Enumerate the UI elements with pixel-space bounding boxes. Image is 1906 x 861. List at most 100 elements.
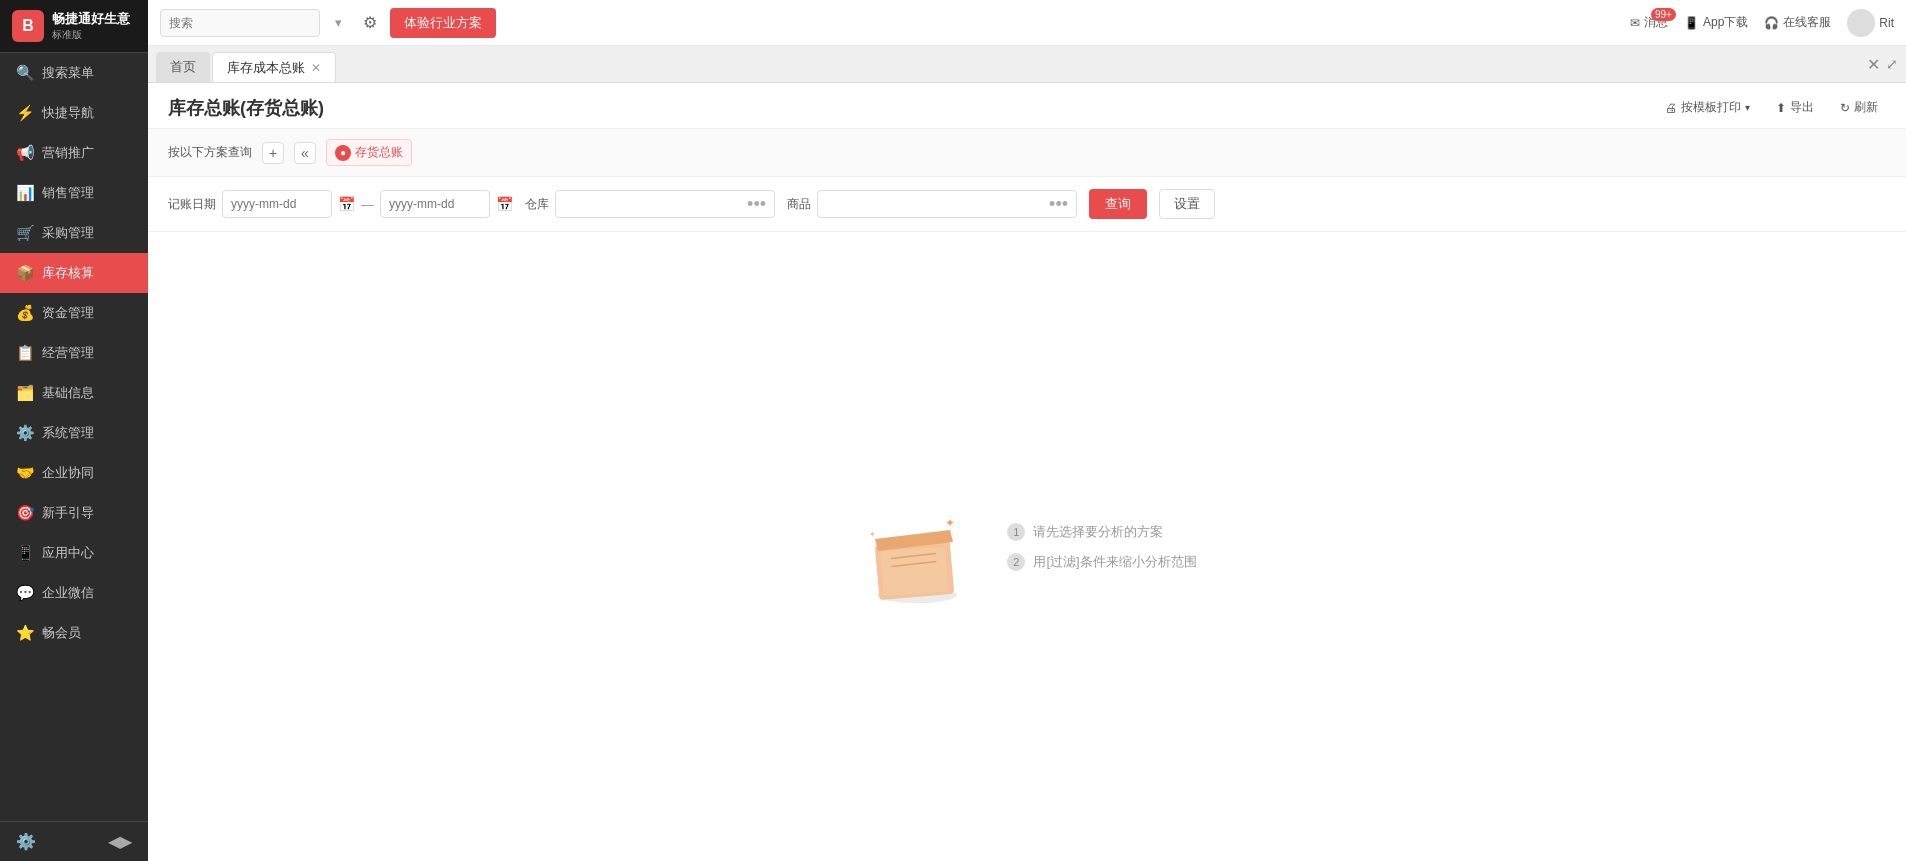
print-template-btn[interactable]: 🖨 按模板打印 ▾	[1657, 95, 1758, 120]
sidebar-item-label: 采购管理	[42, 224, 94, 242]
apps-icon: 📱	[16, 544, 34, 562]
settings-footer-icon[interactable]: ⚙️	[16, 832, 36, 851]
sidebar-item-member[interactable]: ⭐ 畅会员	[0, 613, 148, 653]
main-area: ▾ ⚙ 体验行业方案 ✉ 消息 99+ 📱 App下载 🎧 在线客服 Rit	[148, 0, 1906, 861]
message-icon: ✉	[1630, 16, 1640, 30]
online-service-btn[interactable]: 🎧 在线客服	[1764, 14, 1831, 31]
tab-close-icon[interactable]: ✕	[311, 62, 321, 74]
industry-btn[interactable]: 体验行业方案	[390, 8, 496, 38]
sidebar-item-basic[interactable]: 🗂️ 基础信息	[0, 373, 148, 413]
topbar-dropdown-btn[interactable]: ▾	[326, 11, 350, 35]
sidebar-item-label: 应用中心	[42, 544, 94, 562]
filter-collapse-btn[interactable]: «	[294, 142, 316, 164]
print-dropdown-icon: ▾	[1745, 102, 1750, 113]
maximize-icon[interactable]: ⤢	[1886, 56, 1898, 72]
close-panel-icon[interactable]: ✕	[1867, 55, 1880, 74]
app-brand: 畅捷通好生意	[52, 11, 130, 28]
date-start-input[interactable]	[222, 190, 332, 218]
topbar-gear-icon[interactable]: ⚙	[356, 9, 384, 37]
online-service-label: 在线客服	[1783, 14, 1831, 31]
user-area[interactable]: Rit	[1847, 9, 1894, 37]
warehouse-field: 仓库 •••	[525, 190, 775, 218]
warehouse-select[interactable]: •••	[555, 190, 775, 218]
collapse-icon[interactable]: ◀▶	[108, 832, 132, 851]
product-label: 商品	[787, 196, 811, 213]
hint-num-1: 1	[1007, 523, 1025, 541]
sidebar-item-label: 搜索菜单	[42, 64, 94, 82]
warehouse-label: 仓库	[525, 196, 549, 213]
app-download-label: App下载	[1703, 14, 1748, 31]
settings-form-btn[interactable]: 设置	[1159, 189, 1215, 219]
shortcut-icon: ⚡	[16, 104, 34, 122]
sidebar-logo: B 畅捷通好生意 标准版	[0, 0, 148, 53]
sidebar: B 畅捷通好生意 标准版 🔍 搜索菜单 ⚡ 快捷导航 📢 营销推广 📊 销售管理…	[0, 0, 148, 861]
product-select[interactable]: •••	[817, 190, 1077, 218]
sidebar-item-wechat[interactable]: 💬 企业微信	[0, 573, 148, 613]
sidebar-item-finance[interactable]: 💰 资金管理	[0, 293, 148, 333]
export-icon: ⬆	[1776, 101, 1786, 115]
enterprise-icon: 🤝	[16, 464, 34, 482]
sidebar-item-sales[interactable]: 📊 销售管理	[0, 173, 148, 213]
topbar-search-input[interactable]	[160, 9, 320, 37]
filter-area: 按以下方案查询 + « ● 存货总账	[148, 129, 1906, 177]
topbar-right: ✉ 消息 99+ 📱 App下载 🎧 在线客服 Rit	[1630, 9, 1894, 37]
sidebar-item-marketing[interactable]: 📢 营销推广	[0, 133, 148, 173]
page-content: 库存总账(存货总账) 🖨 按模板打印 ▾ ⬆ 导出 ↻ 刷新 按以下方案查询	[148, 83, 1906, 861]
tab-inventory-cost[interactable]: 库存成本总账 ✕	[212, 52, 336, 82]
app-download-icon: 📱	[1684, 16, 1699, 30]
export-label: 导出	[1790, 99, 1814, 116]
tab-home[interactable]: 首页	[156, 52, 210, 82]
date-end-input[interactable]	[380, 190, 490, 218]
marketing-icon: 📢	[16, 144, 34, 162]
calendar-end-icon[interactable]: 📅	[496, 196, 513, 212]
sidebar-item-label: 新手引导	[42, 504, 94, 522]
username-label: Rit	[1879, 16, 1894, 30]
query-btn[interactable]: 查询	[1089, 189, 1147, 219]
query-form: 记账日期 📅 — 📅 仓库 ••• 商品 ••• 查询 设置	[148, 177, 1906, 232]
sidebar-item-system[interactable]: ⚙️ 系统管理	[0, 413, 148, 453]
sidebar-item-enterprise[interactable]: 🤝 企业协同	[0, 453, 148, 493]
filter-tag-inventory[interactable]: ● 存货总账	[326, 139, 412, 166]
sidebar-item-label: 快捷导航	[42, 104, 94, 122]
export-btn[interactable]: ⬆ 导出	[1768, 95, 1822, 120]
svg-rect-3	[881, 546, 949, 595]
sidebar-item-label: 营销推广	[42, 144, 94, 162]
sales-icon: 📊	[16, 184, 34, 202]
sidebar-item-label: 企业协同	[42, 464, 94, 482]
sidebar-item-purchase[interactable]: 🛒 采购管理	[0, 213, 148, 253]
sidebar-nav: 🔍 搜索菜单 ⚡ 快捷导航 📢 营销推广 📊 销售管理 🛒 采购管理 📦 库存核…	[0, 53, 148, 821]
empty-hint-2: 2 用[过滤]条件来缩小分析范围	[1007, 553, 1196, 571]
empty-hint-2-text: 用[过滤]条件来缩小分析范围	[1033, 553, 1196, 571]
filter-tag-icon: ●	[335, 145, 351, 161]
guide-icon: 🎯	[16, 504, 34, 522]
svg-text:✦: ✦	[869, 530, 876, 539]
refresh-label: 刷新	[1854, 99, 1878, 116]
inventory-icon: 📦	[16, 264, 34, 282]
member-icon: ⭐	[16, 624, 34, 642]
avatar	[1847, 9, 1875, 37]
filter-add-btn[interactable]: +	[262, 142, 284, 164]
empty-svg: ✦ ✦	[857, 487, 977, 607]
sidebar-item-search[interactable]: 🔍 搜索菜单	[0, 53, 148, 93]
sidebar-item-apps[interactable]: 📱 应用中心	[0, 533, 148, 573]
sidebar-item-guide[interactable]: 🎯 新手引导	[0, 493, 148, 533]
basic-icon: 🗂️	[16, 384, 34, 402]
calendar-start-icon[interactable]: 📅	[338, 196, 355, 212]
app-logo-text: 畅捷通好生意 标准版	[52, 11, 130, 41]
warehouse-more-icon[interactable]: •••	[747, 194, 766, 215]
sidebar-item-shortcut[interactable]: ⚡ 快捷导航	[0, 93, 148, 133]
filter-label: 按以下方案查询	[168, 144, 252, 161]
svg-text:✦: ✦	[945, 516, 955, 530]
date-label: 记账日期	[168, 196, 216, 213]
sidebar-item-operations[interactable]: 📋 经营管理	[0, 333, 148, 373]
product-more-icon[interactable]: •••	[1049, 194, 1068, 215]
sidebar-item-label: 销售管理	[42, 184, 94, 202]
refresh-btn[interactable]: ↻ 刷新	[1832, 95, 1886, 120]
message-btn[interactable]: ✉ 消息 99+	[1630, 14, 1668, 31]
page-header-actions: 🖨 按模板打印 ▾ ⬆ 导出 ↻ 刷新	[1657, 95, 1886, 120]
sidebar-item-label: 资金管理	[42, 304, 94, 322]
search-icon: 🔍	[16, 64, 34, 82]
sidebar-item-inventory[interactable]: 📦 库存核算	[0, 253, 148, 293]
page-header: 库存总账(存货总账) 🖨 按模板打印 ▾ ⬆ 导出 ↻ 刷新	[148, 83, 1906, 129]
app-download-btn[interactable]: 📱 App下载	[1684, 14, 1748, 31]
